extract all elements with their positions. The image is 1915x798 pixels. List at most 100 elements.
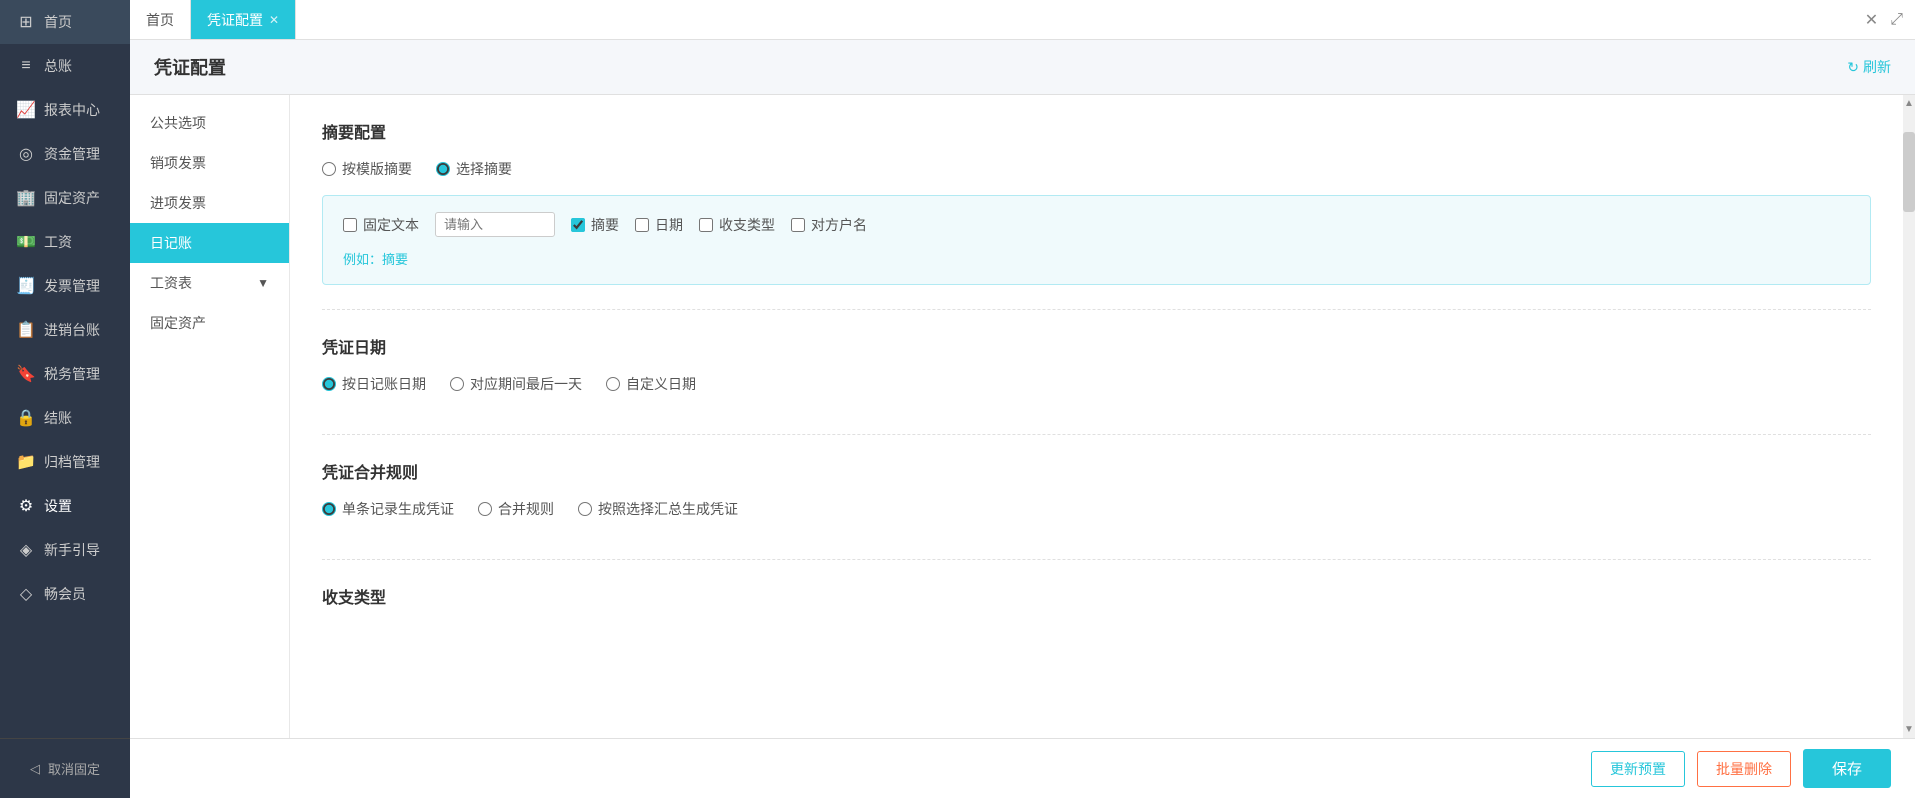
radio-select-summary-label: 选择摘要 xyxy=(456,159,512,179)
checkbox-row: 固定文本 摘要 日期 收支类型 xyxy=(343,212,1850,237)
summary-config-title: 摘要配置 xyxy=(322,119,1871,143)
checkbox-summary[interactable]: 摘要 xyxy=(571,215,619,235)
refresh-button[interactable]: ↻ 刷新 xyxy=(1847,57,1891,77)
example-text: 例如：摘要 xyxy=(343,249,1850,268)
radio-select-summary[interactable]: 选择摘要 xyxy=(436,159,512,179)
checkbox-date[interactable]: 日期 xyxy=(635,215,683,235)
radio-select-merge[interactable]: 按照选择汇总生成凭证 xyxy=(578,499,738,519)
sidebar-item-label: 工资 xyxy=(44,232,72,252)
sidebar-item-trading[interactable]: 📋 进销台账 xyxy=(0,308,130,352)
checkbox-income-type[interactable]: 收支类型 xyxy=(699,215,775,235)
batch-delete-button[interactable]: 批量删除 xyxy=(1697,751,1791,787)
tab-home-label: 首页 xyxy=(146,10,174,30)
closing-icon: 🔒 xyxy=(16,408,36,428)
sidebar-item-label: 总账 xyxy=(44,56,72,76)
tax-icon: 🔖 xyxy=(16,364,36,384)
radio-custom-date[interactable]: 自定义日期 xyxy=(606,374,696,394)
sidebar-item-home[interactable]: ⊞ 首页 xyxy=(0,0,130,44)
sidebar-item-funds[interactable]: ◎ 资金管理 xyxy=(0,132,130,176)
income-type-title: 收支类型 xyxy=(322,584,1871,608)
content-area: 公共选项 销项发票 进项发票 日记账 工资表 ▼ 固定资产 摘要配置 xyxy=(130,95,1915,738)
voucher-merge-title: 凭证合并规则 xyxy=(322,459,1871,483)
sidebar-item-payroll[interactable]: 💵 工资 xyxy=(0,220,130,264)
left-nav-item-sales-invoice[interactable]: 销项发票 xyxy=(130,143,289,183)
checkbox-fixed-text[interactable]: 固定文本 xyxy=(343,215,419,235)
window-resize-icon[interactable]: ⤢ xyxy=(1890,11,1903,29)
last-day-label: 对应期间最后一天 xyxy=(470,374,582,394)
save-button[interactable]: 保存 xyxy=(1803,749,1891,788)
funds-icon: ◎ xyxy=(16,144,36,164)
summary-config-section: 摘要配置 按模版摘要 选择摘要 固定文本 xyxy=(322,119,1871,310)
refresh-label: 刷新 xyxy=(1863,57,1891,77)
voucher-date-radio-group: 按日记账日期 对应期间最后一天 自定义日期 xyxy=(322,374,1871,394)
by-journal-date-label: 按日记账日期 xyxy=(342,374,426,394)
window-controls: ✕ ⤢ xyxy=(1865,10,1915,30)
sidebar-item-tax[interactable]: 🔖 税务管理 xyxy=(0,352,130,396)
sidebar-item-settings[interactable]: ⚙ 设置 xyxy=(0,484,130,528)
left-nav: 公共选项 销项发票 进项发票 日记账 工资表 ▼ 固定资产 xyxy=(130,95,290,738)
radio-last-day[interactable]: 对应期间最后一天 xyxy=(450,374,582,394)
sidebar-item-invoice[interactable]: 🧾 发票管理 xyxy=(0,264,130,308)
scrollbar-down-arrow[interactable]: ▼ xyxy=(1903,721,1915,738)
main-area: 首页 凭证配置 ✕ ✕ ⤢ 凭证配置 ↻ 刷新 公共选项 销项发票 进 xyxy=(130,0,1915,798)
sidebar-item-label: 税务管理 xyxy=(44,364,100,384)
radio-by-journal-date[interactable]: 按日记账日期 xyxy=(322,374,426,394)
radio-merge-rule[interactable]: 合并规则 xyxy=(478,499,554,519)
assets-icon: 🏢 xyxy=(16,188,36,208)
summary-label: 摘要 xyxy=(591,215,619,235)
archive-icon: 📁 xyxy=(16,452,36,472)
member-icon: ◇ xyxy=(16,584,36,604)
sidebar-item-archive[interactable]: 📁 归档管理 xyxy=(0,440,130,484)
scrollbar-thumb[interactable] xyxy=(1903,132,1915,212)
voucher-date-section: 凭证日期 按日记账日期 对应期间最后一天 自定义日期 xyxy=(322,334,1871,435)
sidebar-item-ledger[interactable]: ≡ 总账 xyxy=(0,44,130,88)
sidebar-item-label: 新手引导 xyxy=(44,540,100,560)
sidebar-item-label: 首页 xyxy=(44,12,72,32)
income-type-label: 收支类型 xyxy=(719,215,775,235)
close-icon[interactable]: ✕ xyxy=(269,13,279,27)
tab-voucher-config-label: 凭证配置 xyxy=(207,10,263,30)
fixed-text-input[interactable] xyxy=(435,212,555,237)
left-nav-item-journal[interactable]: 日记账 xyxy=(130,223,289,263)
home-icon: ⊞ xyxy=(16,12,36,32)
tab-home[interactable]: 首页 xyxy=(130,0,191,39)
sidebar-item-label: 资金管理 xyxy=(44,144,100,164)
page-title: 凭证配置 xyxy=(154,54,226,80)
custom-date-label: 自定义日期 xyxy=(626,374,696,394)
left-nav-item-public[interactable]: 公共选项 xyxy=(130,103,289,143)
sidebar: ⊞ 首页 ≡ 总账 📈 报表中心 ◎ 资金管理 🏢 固定资产 💵 工资 🧾 发票… xyxy=(0,0,130,798)
left-nav-item-fixed-assets[interactable]: 固定资产 xyxy=(130,303,289,343)
left-nav-item-purchase-invoice[interactable]: 进项发票 xyxy=(130,183,289,223)
sidebar-item-member[interactable]: ◇ 畅会员 xyxy=(0,572,130,616)
sidebar-item-closing[interactable]: 🔒 结账 xyxy=(0,396,130,440)
radio-single-record[interactable]: 单条记录生成凭证 xyxy=(322,499,454,519)
update-preview-button[interactable]: 更新预置 xyxy=(1591,751,1685,787)
date-label: 日期 xyxy=(655,215,683,235)
window-close-icon[interactable]: ✕ xyxy=(1865,10,1878,30)
radio-template-summary[interactable]: 按模版摘要 xyxy=(322,159,412,179)
action-bar: 更新预置 批量删除 保存 xyxy=(130,738,1915,798)
single-record-label: 单条记录生成凭证 xyxy=(342,499,454,519)
tab-bar: 首页 凭证配置 ✕ ✕ ⤢ xyxy=(130,0,1915,40)
scrollbar-up-arrow[interactable]: ▲ xyxy=(1903,95,1915,112)
unpin-button[interactable]: ◁ 取消固定 xyxy=(0,747,130,790)
scrollbar-track[interactable]: ▲ ▼ xyxy=(1903,95,1915,738)
tab-voucher-config[interactable]: 凭证配置 ✕ xyxy=(191,0,296,39)
payroll-icon: 💵 xyxy=(16,232,36,252)
checkbox-counter-party[interactable]: 对方户名 xyxy=(791,215,867,235)
left-nav-item-payroll-table[interactable]: 工资表 ▼ xyxy=(130,263,289,303)
merge-rule-label: 合并规则 xyxy=(498,499,554,519)
ledger-icon: ≡ xyxy=(16,57,36,75)
sidebar-item-label: 进销台账 xyxy=(44,320,100,340)
voucher-merge-radio-group: 单条记录生成凭证 合并规则 按照选择汇总生成凭证 xyxy=(322,499,1871,519)
radio-template-summary-label: 按模版摘要 xyxy=(342,159,412,179)
summary-radio-group: 按模版摘要 选择摘要 xyxy=(322,159,1871,179)
sidebar-item-assets[interactable]: 🏢 固定资产 xyxy=(0,176,130,220)
counter-party-label: 对方户名 xyxy=(811,215,867,235)
settings-icon: ⚙ xyxy=(16,496,36,516)
sidebar-item-label: 发票管理 xyxy=(44,276,100,296)
sidebar-item-guide[interactable]: ◈ 新手引导 xyxy=(0,528,130,572)
sidebar-item-label: 固定资产 xyxy=(44,188,100,208)
report-icon: 📈 xyxy=(16,100,36,120)
sidebar-item-report[interactable]: 📈 报表中心 xyxy=(0,88,130,132)
